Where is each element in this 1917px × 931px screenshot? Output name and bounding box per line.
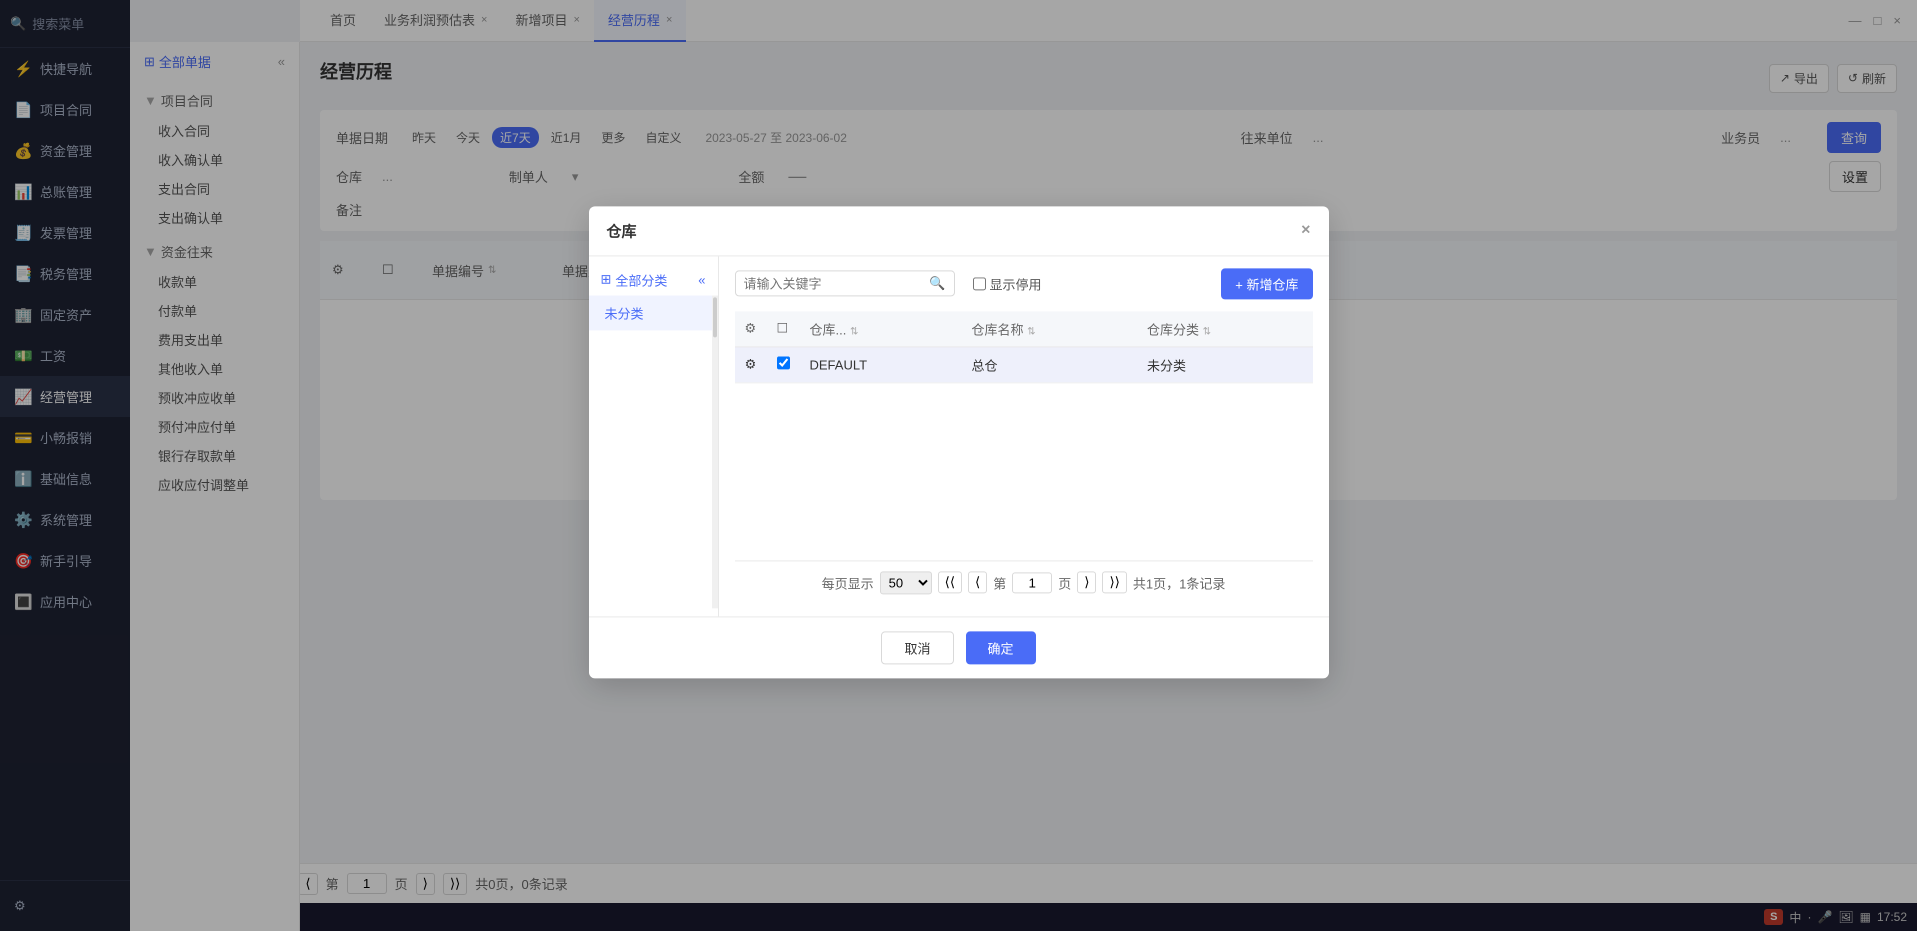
show-disabled-label: 显示停用	[990, 274, 1042, 293]
table-row[interactable]: ⚙ DEFAULT 总仓 未分类	[735, 346, 1313, 382]
uncategorized-label: 未分类	[605, 306, 644, 321]
row-name: 总仓	[961, 346, 1137, 382]
modal-page-prefix: 第	[993, 573, 1006, 592]
show-disabled-checkbox-label[interactable]: 显示停用	[973, 274, 1042, 293]
all-category-label: ⊞ 全部分类	[601, 270, 668, 289]
name-sort-icon: ⇅	[1027, 326, 1035, 337]
row-checkbox[interactable]	[767, 346, 800, 382]
search-magnifier-icon: 🔍	[929, 275, 945, 291]
modal-page-suffix: 页	[1058, 573, 1071, 592]
modal-per-page-select[interactable]: 50 100	[880, 571, 932, 594]
modal-cancel-button[interactable]: 取消	[881, 631, 953, 664]
left-panel-uncategorized[interactable]: 未分类	[589, 295, 718, 330]
modal-right-panel: 🔍 显示停用 + 新增仓库 ⚙ ☐ 仓库... ⇅	[719, 256, 1329, 616]
collapse-left-icon[interactable]: «	[698, 272, 705, 287]
search-input-wrap: 🔍	[735, 270, 955, 296]
modal-table-header: ⚙ ☐ 仓库... ⇅ 仓库名称 ⇅ 仓库分类 ⇅	[735, 311, 1313, 347]
modal-table-spacer	[735, 383, 1313, 560]
warehouse-modal: 仓库 × ⊞ 全部分类 « 未分类	[589, 206, 1329, 678]
modal-th-checkbox[interactable]: ☐	[767, 311, 800, 347]
code-sort-icon: ⇅	[850, 326, 858, 337]
modal-th-name-label: 仓库名称	[971, 322, 1023, 337]
modal-all-category[interactable]: ⊞ 全部分类 «	[589, 264, 718, 295]
show-disabled-checkbox[interactable]	[973, 277, 986, 290]
modal-th-settings: ⚙	[735, 311, 767, 347]
left-scroll-area: 未分类	[589, 295, 718, 608]
modal-page-input[interactable]	[1012, 572, 1052, 593]
cat-sort-icon: ⇅	[1203, 326, 1211, 337]
left-scrollbar-thumb	[713, 297, 717, 337]
modal-th-code[interactable]: 仓库... ⇅	[800, 311, 962, 347]
modal-th-category[interactable]: 仓库分类 ⇅	[1137, 311, 1313, 347]
add-warehouse-button[interactable]: + 新增仓库	[1221, 268, 1312, 299]
modal-next-btn[interactable]: ⟩	[1077, 571, 1096, 593]
modal-pagination: 每页显示 50 100 ⟨⟨ ⟨ 第 页 ⟩ ⟩⟩ 共1页，1条记录	[735, 560, 1313, 604]
row-settings[interactable]: ⚙	[735, 346, 767, 382]
modal-left-panel: ⊞ 全部分类 « 未分类	[589, 256, 719, 616]
modal-th-cat-label: 仓库分类	[1147, 322, 1199, 337]
modal-th-name[interactable]: 仓库名称 ⇅	[961, 311, 1137, 347]
modal-first-btn[interactable]: ⟨⟨	[938, 571, 962, 593]
modal-button-row: 取消 确定	[589, 616, 1329, 678]
modal-warehouse-table: ⚙ ☐ 仓库... ⇅ 仓库名称 ⇅ 仓库分类 ⇅	[735, 311, 1313, 383]
all-category-text: 全部分类	[615, 270, 667, 289]
modal-table-body: ⚙ DEFAULT 总仓 未分类	[735, 346, 1313, 382]
row-select-checkbox[interactable]	[777, 356, 790, 369]
modal-th-code-label: 仓库...	[810, 322, 847, 337]
grid-small-icon: ⊞	[601, 271, 612, 287]
modal-close-button[interactable]: ×	[1301, 221, 1310, 239]
modal-confirm-button[interactable]: 确定	[966, 631, 1036, 664]
modal-prev-btn[interactable]: ⟨	[968, 571, 987, 593]
row-category: 未分类	[1137, 346, 1313, 382]
modal-total: 共1页，1条记录	[1133, 573, 1225, 592]
modal-header: 仓库 ×	[589, 206, 1329, 256]
modal-last-btn[interactable]: ⟩⟩	[1102, 571, 1126, 593]
warehouse-search-input[interactable]	[744, 276, 930, 291]
modal-per-page-label: 每页显示	[822, 573, 874, 592]
row-code: DEFAULT	[800, 346, 962, 382]
modal-title: 仓库	[607, 220, 637, 241]
right-panel-toolbar: 🔍 显示停用 + 新增仓库	[735, 268, 1313, 299]
left-scrollbar-track	[712, 295, 718, 608]
modal-body: ⊞ 全部分类 « 未分类 🔍	[589, 256, 1329, 616]
